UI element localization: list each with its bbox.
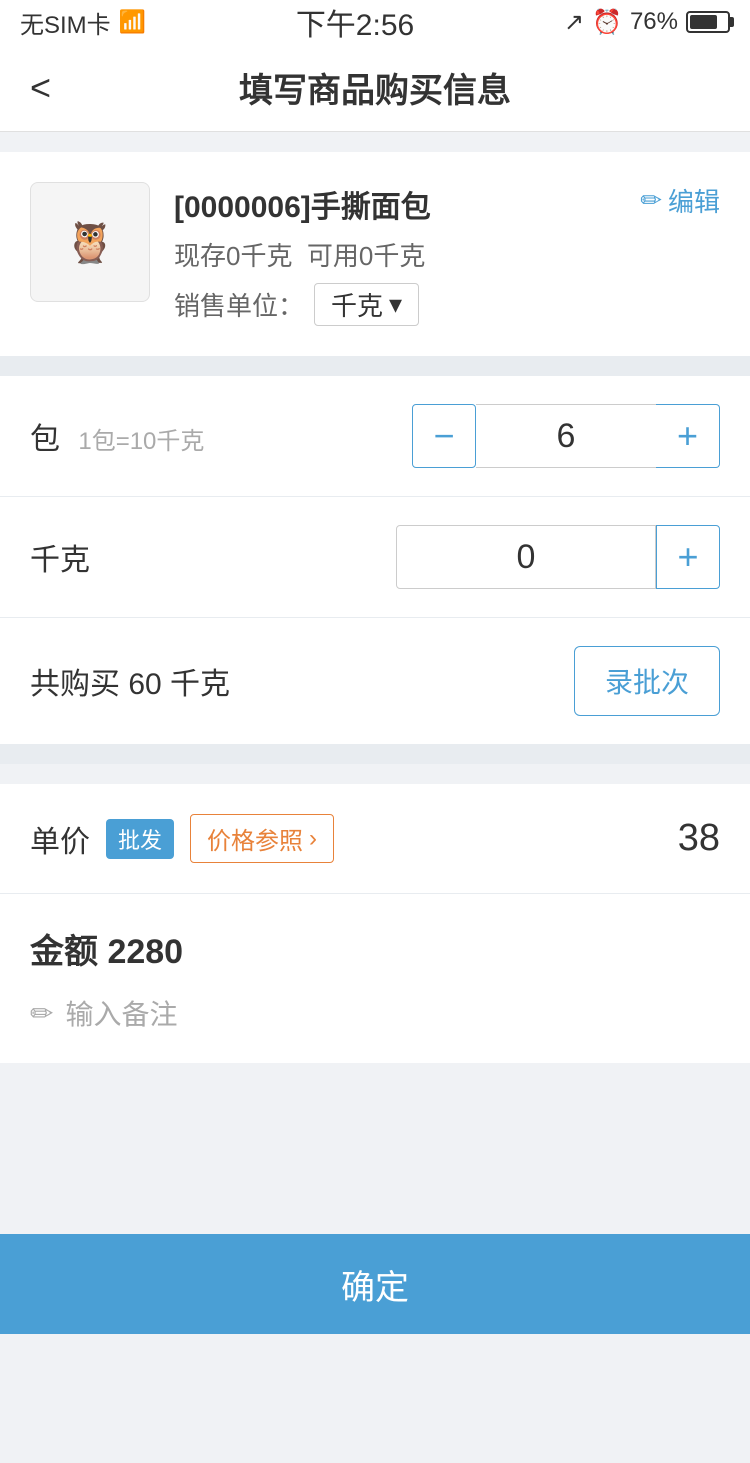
price-type-tag: 批发 — [106, 819, 174, 859]
kilogram-label: 千克 — [30, 535, 396, 579]
chevron-right-icon: › — [309, 825, 317, 853]
package-decrement-button[interactable]: − — [412, 404, 476, 468]
edit-label: 编辑 — [668, 182, 720, 219]
price-label: 单价 — [30, 817, 90, 861]
price-value: 38 — [678, 817, 720, 860]
alarm-icon: ⏰ — [592, 8, 622, 37]
kilogram-increment-button[interactable]: + — [656, 525, 720, 589]
note-edit-icon: ✏ — [30, 997, 53, 1030]
price-ref-label: 价格参照 — [207, 821, 303, 856]
amount-value: 2280 — [107, 933, 183, 971]
battery-icon — [686, 11, 730, 33]
summary-text: 共购买 60 千克 — [30, 659, 574, 703]
price-reference-button[interactable]: 价格参照 › — [190, 814, 334, 863]
confirm-button[interactable]: 确定 — [0, 1234, 750, 1334]
unit-label: 千克 — [331, 286, 383, 323]
back-button[interactable]: < — [30, 67, 51, 109]
product-card: 🦉 [0000006]手撕面包 现存0千克 可用0千克 销售单位： 千克 ▾ ✏… — [0, 152, 750, 356]
kilogram-quantity-input[interactable] — [396, 525, 656, 589]
status-right: ↗ ⏰ 76% — [564, 8, 730, 37]
divider-1 — [0, 356, 750, 376]
carrier-text: 无SIM卡 — [20, 5, 111, 40]
nav-bar: < 填写商品购买信息 — [0, 44, 750, 132]
amount-section: 金额 2280 ✏ 输入备注 — [0, 894, 750, 1063]
summary-row: 共购买 60 千克 录批次 — [0, 618, 750, 744]
product-image: 🦉 — [30, 182, 150, 302]
battery-percent: 76% — [630, 8, 678, 36]
note-row[interactable]: ✏ 输入备注 — [30, 993, 720, 1033]
price-section: 单价 批发 价格参照 › 38 — [0, 784, 750, 894]
product-stock: 现存0千克 可用0千克 — [174, 236, 720, 273]
unit-selector[interactable]: 千克 ▾ — [314, 283, 419, 326]
product-name: [0000006]手撕面包 — [174, 182, 720, 226]
batch-button[interactable]: 录批次 — [574, 646, 720, 716]
package-quantity-input[interactable] — [476, 404, 656, 468]
location-icon: ↗ — [564, 8, 584, 37]
note-placeholder: 输入备注 — [65, 993, 177, 1033]
amount-label: 金额 — [30, 933, 107, 971]
kilogram-quantity-control: + — [396, 525, 720, 589]
chevron-down-icon: ▾ — [389, 289, 402, 320]
package-section: 包 1包=10千克 − + 千克 + — [0, 376, 750, 618]
product-logo: 🦉 — [65, 219, 115, 266]
amount-row: 金额 2280 — [30, 924, 720, 973]
kilogram-row: 千克 + — [0, 497, 750, 618]
package-row: 包 1包=10千克 − + — [0, 376, 750, 497]
product-info: [0000006]手撕面包 现存0千克 可用0千克 销售单位： 千克 ▾ — [174, 182, 720, 326]
divider-2 — [0, 744, 750, 764]
package-hint: 1包=10千克 — [78, 428, 204, 455]
time-display: 下午2:56 — [296, 0, 414, 44]
status-bar: 无SIM卡 📶 下午2:56 ↗ ⏰ 76% — [0, 0, 750, 44]
edit-icon: ✏ — [640, 185, 662, 216]
page-title: 填写商品购买信息 — [239, 63, 511, 112]
package-quantity-control: − + — [412, 404, 720, 468]
wifi-icon: 📶 — [119, 9, 146, 35]
product-unit: 销售单位： 千克 ▾ — [174, 283, 720, 326]
package-increment-button[interactable]: + — [656, 404, 720, 468]
status-left: 无SIM卡 📶 — [20, 5, 146, 40]
edit-button[interactable]: ✏ 编辑 — [640, 182, 720, 219]
package-label: 包 1包=10千克 — [30, 414, 412, 458]
